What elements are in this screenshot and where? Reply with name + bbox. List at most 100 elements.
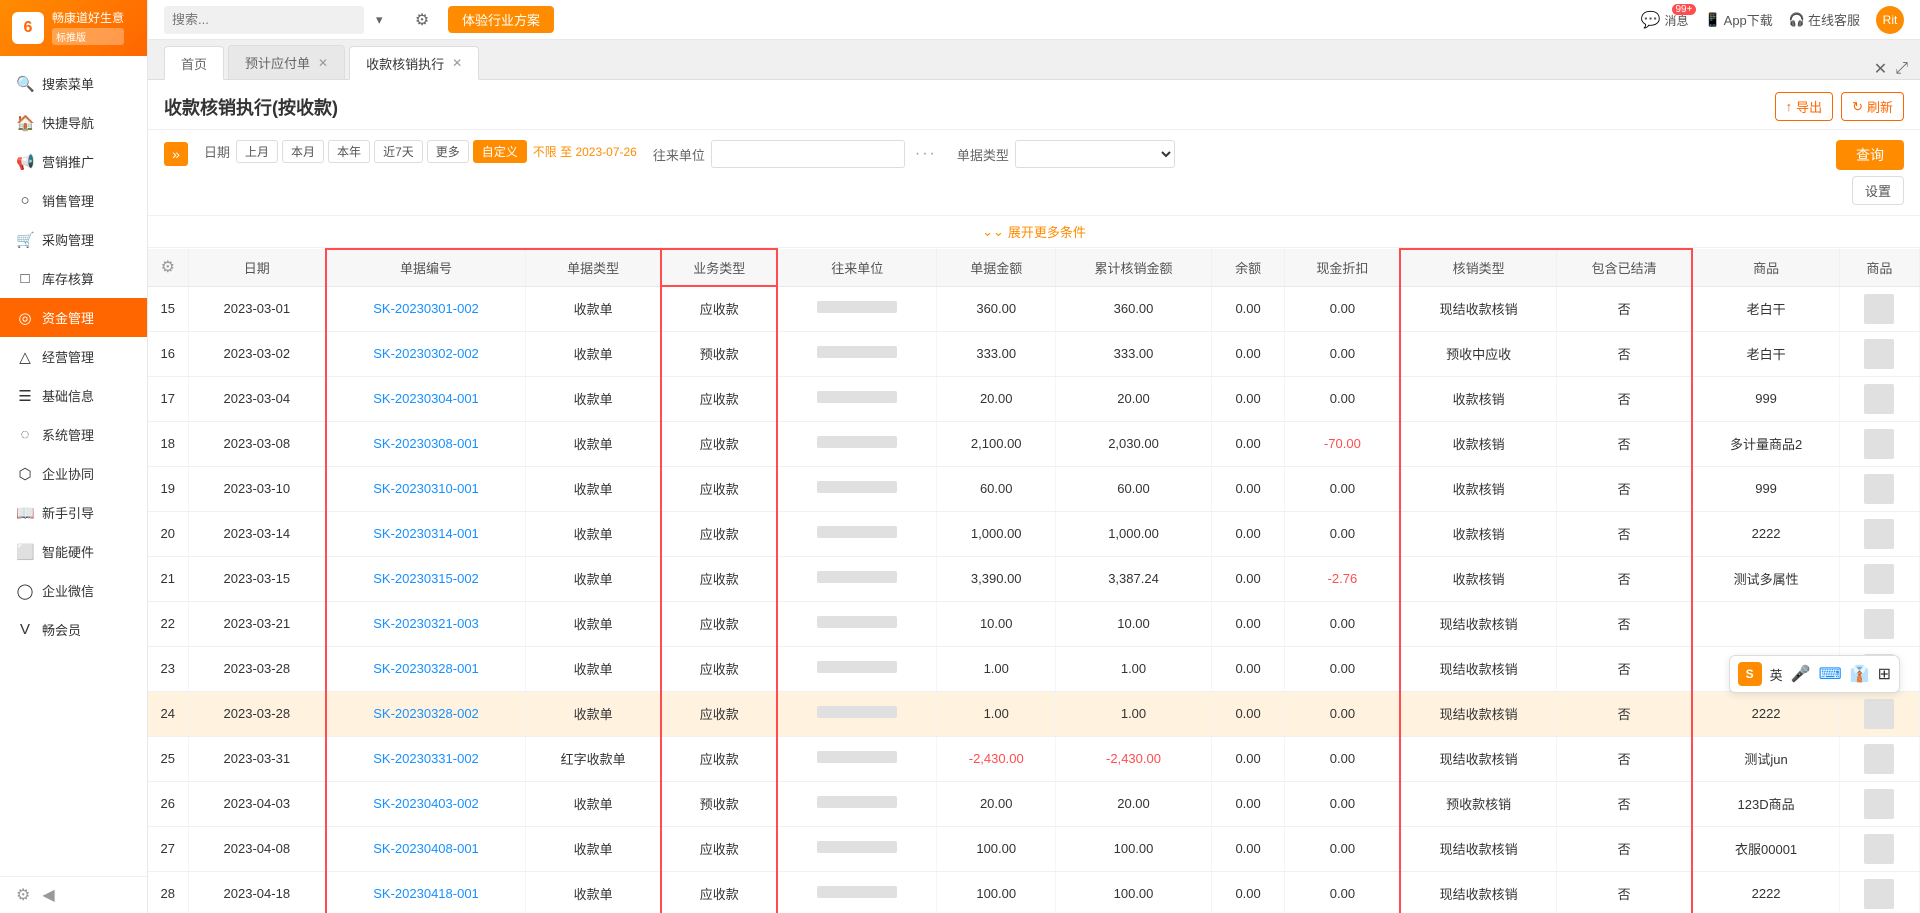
sidebar-item-purchase[interactable]: 🛒 采购管理 bbox=[0, 220, 147, 259]
cell-doc-no: SK-20230321-003 bbox=[326, 601, 525, 646]
doc-no-link[interactable]: SK-20230408-001 bbox=[373, 841, 479, 856]
doc-no-link[interactable]: SK-20230310-001 bbox=[373, 481, 479, 496]
topbar-search-input[interactable] bbox=[164, 6, 364, 34]
sidebar-item-operations[interactable]: △ 经营管理 bbox=[0, 337, 147, 376]
ime-shirt-icon[interactable]: 👔 bbox=[1850, 664, 1870, 684]
cell-balance: 0.00 bbox=[1211, 691, 1285, 736]
cell-date: 2023-03-31 bbox=[188, 736, 326, 781]
app-download-link[interactable]: 📱 App下载 bbox=[1704, 10, 1772, 29]
cell-balance: 0.00 bbox=[1211, 736, 1285, 781]
doc-no-link[interactable]: SK-20230328-001 bbox=[373, 661, 479, 676]
date-this-year-btn[interactable]: 本年 bbox=[328, 140, 370, 163]
date-custom-btn[interactable]: 自定义 bbox=[473, 140, 527, 163]
ime-grid-icon[interactable]: ⊞ bbox=[1878, 664, 1891, 684]
sidebar-item-basic[interactable]: ☰ 基础信息 bbox=[0, 376, 147, 415]
search-menu-icon: 🔍 bbox=[16, 75, 34, 93]
doc-no-link[interactable]: SK-20230301-002 bbox=[373, 301, 479, 316]
cell-product1: 2222 bbox=[1692, 871, 1839, 913]
sidebar-item-shortcuts[interactable]: 🏠 快捷导航 bbox=[0, 103, 147, 142]
tab-write-off-close[interactable]: ✕ bbox=[452, 56, 462, 70]
tab-expand-icon[interactable]: ⤢ bbox=[1895, 60, 1908, 78]
cell-write-off-type: 现结收款核销 bbox=[1400, 826, 1556, 871]
cell-product2 bbox=[1839, 331, 1919, 376]
cell-discount: 0.00 bbox=[1285, 691, 1400, 736]
date-last-month-btn[interactable]: 上月 bbox=[236, 140, 278, 163]
sidebar-item-system[interactable]: ◌ 系统管理 bbox=[0, 415, 147, 454]
sidebar-item-guide[interactable]: 📖 新手引导 bbox=[0, 493, 147, 532]
ime-keyboard-icon[interactable]: ⌨ bbox=[1819, 664, 1842, 684]
doc-no-link[interactable]: SK-20230331-002 bbox=[373, 751, 479, 766]
cell-include-cleared: 否 bbox=[1557, 466, 1693, 511]
cell-doc-type: 收款单 bbox=[525, 601, 661, 646]
partner-filter-input[interactable] bbox=[711, 140, 905, 168]
member-icon: V bbox=[16, 621, 34, 638]
user-avatar[interactable]: Rit bbox=[1876, 6, 1904, 34]
sidebar-item-inventory[interactable]: □ 库存核算 bbox=[0, 259, 147, 298]
date-more-btn[interactable]: 更多 bbox=[427, 140, 469, 163]
cell-discount: 0.00 bbox=[1285, 601, 1400, 646]
doc-no-link[interactable]: SK-20230403-002 bbox=[373, 796, 479, 811]
collapse-icon[interactable]: ◀ bbox=[42, 885, 54, 905]
bell-icon: 💬 bbox=[1641, 12, 1661, 29]
sidebar-logo: 6 畅康道好生意 标推版 bbox=[0, 0, 147, 56]
tab-close-all-icon[interactable]: ✕ bbox=[1874, 59, 1887, 79]
solution-btn[interactable]: 体验行业方案 bbox=[448, 6, 554, 33]
tab-write-off[interactable]: 收款核销执行 ✕ bbox=[349, 46, 479, 80]
sidebar-item-hardware[interactable]: ⬜ 智能硬件 bbox=[0, 532, 147, 571]
query-btn[interactable]: 查询 bbox=[1836, 140, 1904, 170]
sidebar-label-marketing: 营销推广 bbox=[42, 152, 94, 171]
settings-gear-icon[interactable]: ⚙ bbox=[408, 6, 436, 34]
refresh-btn[interactable]: ↻ 刷新 bbox=[1841, 92, 1904, 121]
cell-doc-type: 收款单 bbox=[525, 331, 661, 376]
cell-seq: 16 bbox=[148, 331, 188, 376]
col-settings-icon[interactable]: ⚙ bbox=[161, 259, 175, 276]
notification-badge[interactable]: 💬 99+ 消息 bbox=[1641, 10, 1689, 30]
doc-no-link[interactable]: SK-20230328-002 bbox=[373, 706, 479, 721]
app-download-label: App下载 bbox=[1724, 10, 1773, 29]
tab-payable[interactable]: 预计应付单 ✕ bbox=[228, 45, 345, 79]
ime-voice-icon[interactable]: 🎤 bbox=[1791, 664, 1811, 684]
cell-doc-no: SK-20230408-001 bbox=[326, 826, 525, 871]
online-service-link[interactable]: 🎧 在线客服 bbox=[1789, 10, 1860, 29]
ime-text-mode[interactable]: 英 bbox=[1770, 665, 1783, 684]
doctype-filter-select[interactable] bbox=[1015, 140, 1175, 168]
doc-no-link[interactable]: SK-20230321-003 bbox=[373, 616, 479, 631]
sidebar-item-marketing[interactable]: 📢 营销推广 bbox=[0, 142, 147, 181]
settings-footer-icon[interactable]: ⚙ bbox=[16, 885, 30, 905]
sidebar-item-wechat[interactable]: ◯ 企业微信 bbox=[0, 571, 147, 610]
cell-discount: 0.00 bbox=[1285, 826, 1400, 871]
cell-biz-type: 应收款 bbox=[661, 511, 777, 556]
doc-no-link[interactable]: SK-20230315-002 bbox=[373, 571, 479, 586]
table-row: 27 2023-04-08 SK-20230408-001 收款单 应收款 10… bbox=[148, 826, 1920, 871]
doc-no-link[interactable]: SK-20230418-001 bbox=[373, 886, 479, 901]
doc-no-link[interactable]: SK-20230302-002 bbox=[373, 346, 479, 361]
cell-doc-type: 红字收款单 bbox=[525, 736, 661, 781]
sidebar-label-hardware: 智能硬件 bbox=[42, 542, 94, 561]
doc-no-link[interactable]: SK-20230308-001 bbox=[373, 436, 479, 451]
dropdown-arrow-icon[interactable]: ▾ bbox=[376, 10, 396, 30]
sidebar-item-finance[interactable]: ◎ 资金管理 bbox=[0, 298, 147, 337]
phone-icon: 📱 bbox=[1704, 12, 1720, 28]
cell-product1: 测试jun bbox=[1692, 736, 1839, 781]
doc-no-link[interactable]: SK-20230314-001 bbox=[373, 526, 479, 541]
filter-doctype-group: 单据类型 bbox=[957, 140, 1175, 168]
sidebar-item-enterprise[interactable]: ⬡ 企业协同 bbox=[0, 454, 147, 493]
filter-settings-btn[interactable]: 设置 bbox=[1852, 176, 1904, 205]
export-btn[interactable]: ↑ 导出 bbox=[1775, 92, 1834, 121]
sidebar-label-enterprise: 企业协同 bbox=[42, 464, 94, 483]
date-this-month-btn[interactable]: 本月 bbox=[282, 140, 324, 163]
filter-toggle-btn[interactable]: » bbox=[164, 142, 188, 166]
sidebar-item-search[interactable]: 🔍 搜索菜单 bbox=[0, 64, 147, 103]
sidebar-item-member[interactable]: V 畅会员 bbox=[0, 610, 147, 649]
tab-home[interactable]: 首页 bbox=[164, 46, 224, 80]
cell-seq: 24 bbox=[148, 691, 188, 736]
doc-no-link[interactable]: SK-20230304-001 bbox=[373, 391, 479, 406]
sidebar-item-sales[interactable]: ○ 销售管理 bbox=[0, 181, 147, 220]
tab-payable-close[interactable]: ✕ bbox=[318, 56, 328, 70]
cell-discount: 0.00 bbox=[1285, 736, 1400, 781]
page-title: 收款核销执行(按收款) bbox=[164, 94, 338, 120]
table-body: 15 2023-03-01 SK-20230301-002 收款单 应收款 36… bbox=[148, 286, 1920, 913]
expand-btn[interactable]: ⌄⌄ 展开更多条件 bbox=[982, 222, 1086, 241]
cell-doc-no: SK-20230310-001 bbox=[326, 466, 525, 511]
date-7days-btn[interactable]: 近7天 bbox=[374, 140, 423, 163]
